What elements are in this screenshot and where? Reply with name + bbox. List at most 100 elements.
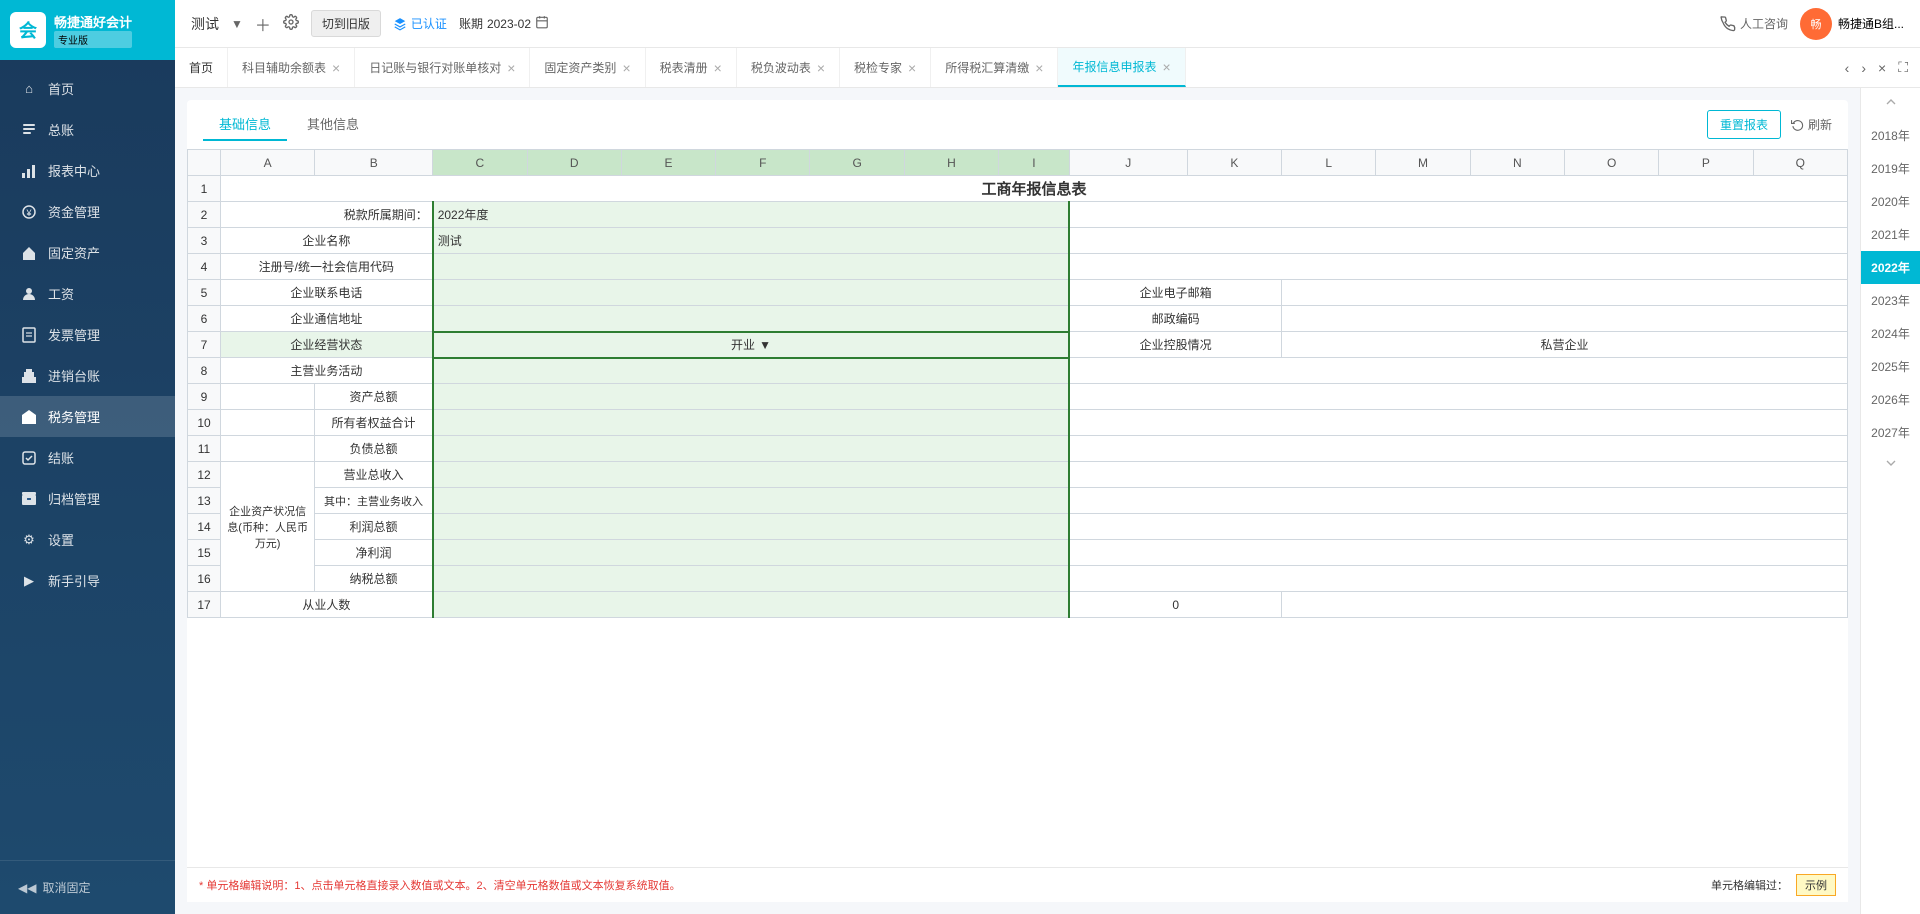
tab-aux-balance-close[interactable]: × (332, 61, 340, 75)
year-item-2022[interactable]: 2022年 (1861, 251, 1920, 284)
pin-button[interactable]: ◀◀ 取消固定 (10, 871, 165, 904)
tab-tax-expert-close[interactable]: × (908, 61, 916, 75)
email-value[interactable] (1282, 280, 1848, 306)
sidebar-item-reports[interactable]: 报表中心 (0, 150, 175, 191)
col-header-n[interactable]: N (1470, 150, 1564, 176)
year-item-2026[interactable]: 2026年 (1861, 383, 1920, 416)
tab-tax-fluctuation-close[interactable]: × (817, 61, 825, 75)
net-profit-value[interactable] (433, 540, 1070, 566)
year-item-2025[interactable]: 2025年 (1861, 350, 1920, 383)
year-item-2020[interactable]: 2020年 (1861, 185, 1920, 218)
topbar-add-button[interactable]: ＋ (255, 12, 271, 36)
tab-annual-report[interactable]: 年报信息申报表 × (1058, 48, 1185, 87)
col-header-k[interactable]: K (1187, 150, 1281, 176)
tab-fixed-asset-cat[interactable]: 固定资产类别 × (530, 48, 645, 87)
main-revenue-value[interactable] (433, 488, 1070, 514)
phone-value[interactable] (433, 280, 1070, 306)
col-header-j[interactable]: J (1069, 150, 1187, 176)
user-menu[interactable]: 畅 畅捷通B组... (1800, 8, 1904, 40)
tab-home[interactable]: 首页 (175, 48, 228, 87)
tab-prev-button[interactable]: ‹ (1841, 56, 1854, 80)
postal-value[interactable] (1282, 306, 1848, 332)
sheet-title-cell[interactable]: 工商年报信息表 (221, 176, 1848, 202)
tab-aux-balance[interactable]: 科目辅助余额表 × (228, 48, 355, 87)
tab-income-tax-close[interactable]: × (1035, 61, 1043, 75)
sidebar-item-tax[interactable]: 税务管理 (0, 396, 175, 437)
tab-tax-expert[interactable]: 税检专家 × (840, 48, 931, 87)
sidebar-item-archive[interactable]: 归档管理 (0, 478, 175, 519)
tab-fixed-asset-cat-close[interactable]: × (622, 61, 630, 75)
refresh-button[interactable]: 刷新 (1791, 116, 1832, 133)
reset-report-button[interactable]: 重置报表 (1707, 110, 1781, 139)
profit-value[interactable] (433, 514, 1070, 540)
col-header-f[interactable]: F (716, 150, 810, 176)
tab-close-all-button[interactable]: × (1874, 56, 1890, 80)
sidebar-item-funds[interactable]: ¥ 资金管理 (0, 191, 175, 232)
year-item-2018[interactable]: 2018年 (1861, 119, 1920, 152)
sidebar-item-inventory[interactable]: 进销台账 (0, 355, 175, 396)
col-header-a[interactable]: A (221, 150, 315, 176)
year-scroll-down[interactable] (1877, 449, 1905, 480)
col-header-q[interactable]: Q (1753, 150, 1847, 176)
tax-total-value[interactable] (433, 566, 1070, 592)
old-version-button[interactable]: 切到旧版 (311, 10, 381, 37)
company-name-value[interactable]: 测试 (433, 228, 1070, 254)
calendar-icon[interactable] (535, 15, 549, 32)
holding-value[interactable]: 私营企业 (1282, 332, 1848, 358)
tab-journal-bank-close[interactable]: × (507, 61, 515, 75)
reg-num-value[interactable] (433, 254, 1070, 280)
service-button[interactable]: 人工咨询 (1720, 15, 1788, 32)
col-header-h[interactable]: H (904, 150, 998, 176)
employees-value[interactable] (433, 592, 1070, 618)
col-header-b[interactable]: B (315, 150, 433, 176)
year-item-2023[interactable]: 2023年 (1861, 284, 1920, 317)
tab-next-button[interactable]: › (1857, 56, 1870, 80)
tab-tax-return-close[interactable]: × (714, 61, 722, 75)
col-header-p[interactable]: P (1659, 150, 1753, 176)
period-value-cell[interactable]: 2022年度 (433, 202, 1070, 228)
col-header-e[interactable]: E (621, 150, 715, 176)
row-num-2: 2 (188, 202, 221, 228)
tab-annual-report-close[interactable]: × (1162, 60, 1170, 74)
sidebar-item-ledger[interactable]: 总账 (0, 109, 175, 150)
year-scroll-up[interactable] (1877, 88, 1905, 119)
settings-icon: ⚙ (20, 531, 38, 549)
col-header-l[interactable]: L (1282, 150, 1376, 176)
year-item-2024[interactable]: 2024年 (1861, 317, 1920, 350)
total-assets-value[interactable] (433, 384, 1070, 410)
sheet-tab-basic[interactable]: 基础信息 (203, 108, 287, 141)
tab-journal-bank[interactable]: 日记账与银行对账单核对 × (355, 48, 530, 87)
sidebar-item-salary[interactable]: 工资 (0, 273, 175, 314)
sidebar-item-guide[interactable]: ▶ 新手引导 (0, 560, 175, 601)
topbar-dropdown-icon[interactable]: ▼ (231, 17, 243, 31)
col-header-c[interactable]: C (433, 150, 527, 176)
col-header-g[interactable]: G (810, 150, 904, 176)
year-item-2027[interactable]: 2027年 (1861, 416, 1920, 449)
sidebar-item-fixed-assets[interactable]: 固定资产 (0, 232, 175, 273)
year-item-2021[interactable]: 2021年 (1861, 218, 1920, 251)
liab-value[interactable] (433, 436, 1070, 462)
sidebar-item-settlement[interactable]: 结账 (0, 437, 175, 478)
revenue-value[interactable] (433, 462, 1070, 488)
col-header-d[interactable]: D (527, 150, 621, 176)
tab-expand-button[interactable]: ⛶ (1894, 55, 1912, 80)
col-header-o[interactable]: O (1564, 150, 1658, 176)
tab-tax-return[interactable]: 税表清册 × (646, 48, 737, 87)
tab-tax-fluctuation[interactable]: 税负波动表 × (737, 48, 840, 87)
spreadsheet-wrapper[interactable]: A B C D E F G H I J K L (187, 149, 1848, 867)
year-item-2019[interactable]: 2019年 (1861, 152, 1920, 185)
equity-value[interactable] (433, 410, 1070, 436)
sidebar-item-settings[interactable]: ⚙ 设置 (0, 519, 175, 560)
address-value[interactable] (433, 306, 1070, 332)
biz-status-dropdown[interactable]: 开业 ▼ (433, 332, 1070, 358)
col-header-m[interactable]: M (1376, 150, 1470, 176)
col-header-i[interactable]: I (999, 150, 1070, 176)
sidebar-item-invoice[interactable]: 发票管理 (0, 314, 175, 355)
sidebar-item-home[interactable]: ⌂ 首页 (0, 68, 175, 109)
topbar-settings-icon[interactable] (283, 14, 299, 33)
sheet-tab-other[interactable]: 其他信息 (291, 108, 375, 141)
table-row: 8 主营业务活动 (188, 358, 1848, 384)
tab-income-tax[interactable]: 所得税汇算清缴 × (931, 48, 1058, 87)
period-label-cell: 税款所属期间： (221, 202, 433, 228)
main-biz-value[interactable] (433, 358, 1070, 384)
